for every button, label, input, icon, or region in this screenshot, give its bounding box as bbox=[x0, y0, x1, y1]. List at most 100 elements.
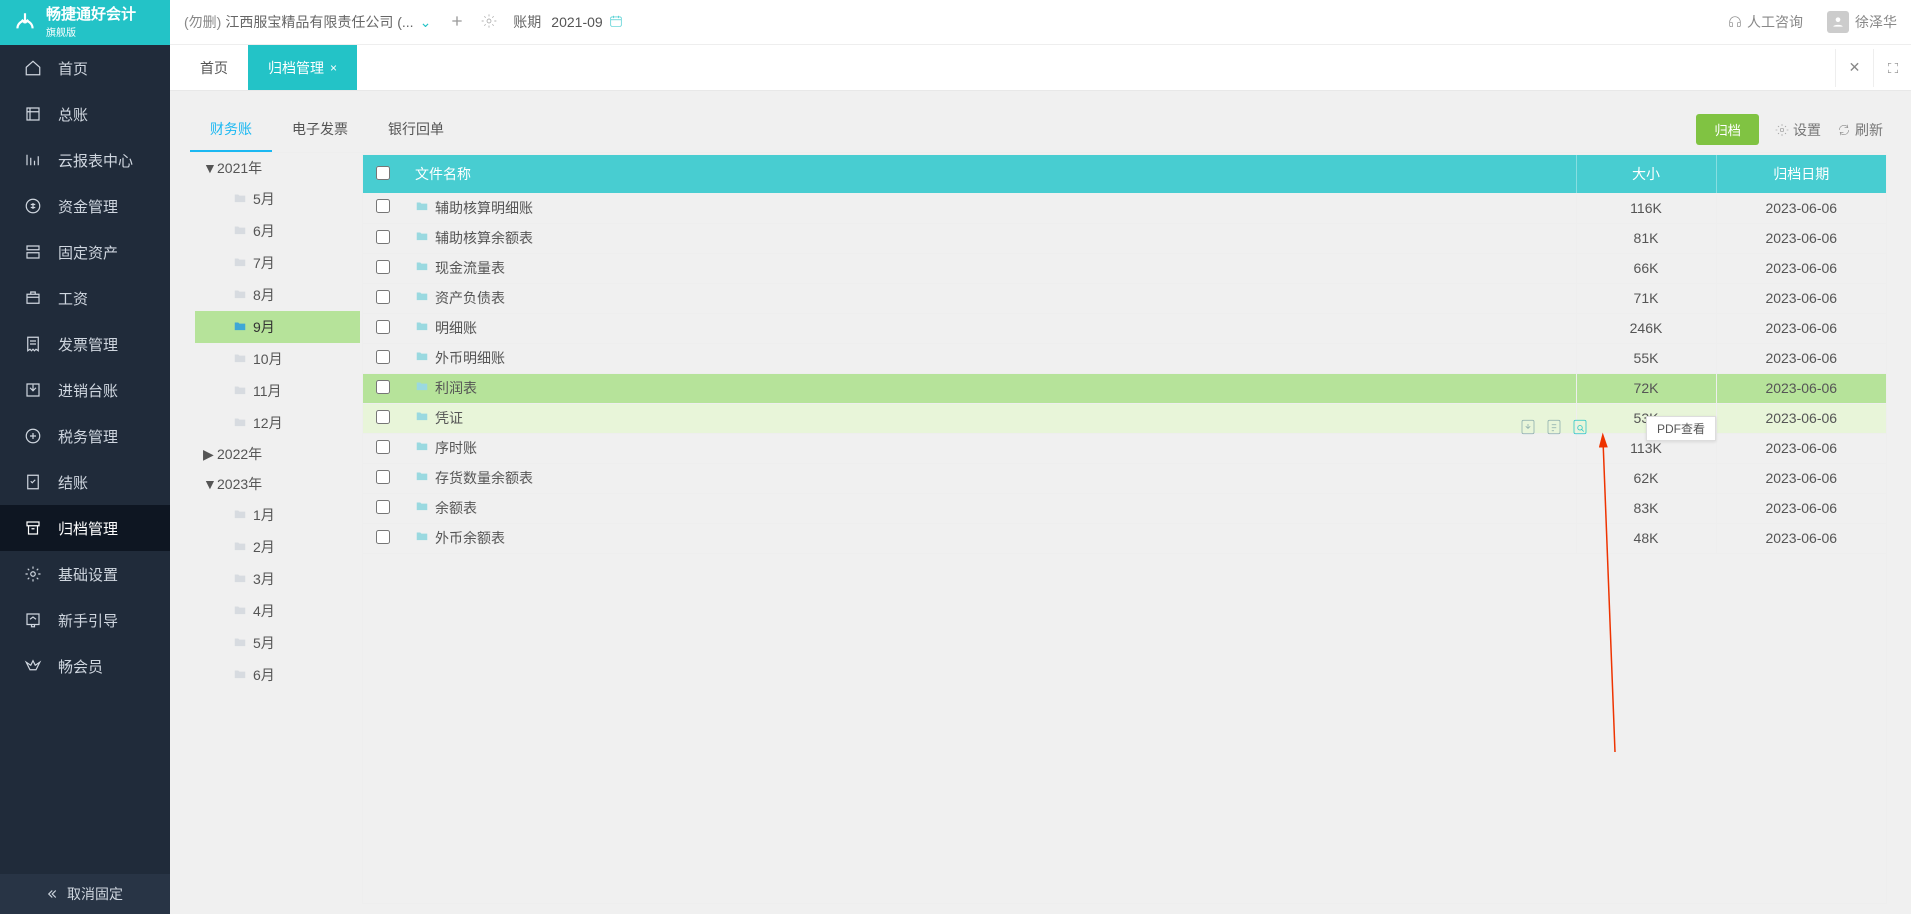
row-checkbox[interactable] bbox=[363, 523, 403, 553]
pdf-tooltip: PDF查看 bbox=[1646, 416, 1716, 441]
row-size: 62K bbox=[1576, 463, 1716, 493]
tree-month[interactable]: 5月 bbox=[195, 627, 360, 659]
company-chevron-icon[interactable]: ⌄ bbox=[420, 14, 432, 31]
calendar-icon[interactable] bbox=[609, 14, 623, 31]
tree-month[interactable]: 5月 bbox=[195, 183, 360, 215]
row-checkbox[interactable] bbox=[363, 463, 403, 493]
row-checkbox[interactable] bbox=[363, 253, 403, 283]
company-prefix: (勿删) bbox=[184, 12, 221, 32]
row-checkbox[interactable] bbox=[363, 433, 403, 463]
tree-month[interactable]: 1月 bbox=[195, 499, 360, 531]
export-icon[interactable] bbox=[1519, 418, 1537, 439]
tree-year[interactable]: ▼2023年 bbox=[195, 469, 360, 499]
tree-month[interactable]: 4月 bbox=[195, 595, 360, 627]
folder-icon bbox=[415, 260, 429, 276]
row-checkbox[interactable] bbox=[363, 343, 403, 373]
tree-month[interactable]: 3月 bbox=[195, 563, 360, 595]
archive-button[interactable]: 归档 bbox=[1696, 114, 1759, 145]
sidebar-item-home[interactable]: 首页 bbox=[0, 45, 170, 91]
table-row[interactable]: 余额表 83K 2023-06-06 bbox=[363, 493, 1886, 523]
sidebar-item-chart[interactable]: 云报表中心 bbox=[0, 137, 170, 183]
folder-icon bbox=[415, 410, 429, 426]
add-icon[interactable] bbox=[449, 13, 465, 32]
table-row[interactable]: 外币余额表 48K 2023-06-06 bbox=[363, 523, 1886, 553]
sidebar-item-tax[interactable]: 税务管理 bbox=[0, 413, 170, 459]
tree-month[interactable]: 6月 bbox=[195, 659, 360, 691]
sidebar-item-salary[interactable]: 工资 bbox=[0, 275, 170, 321]
settings-button[interactable]: 设置 bbox=[1775, 120, 1821, 140]
sidebar-item-label: 税务管理 bbox=[58, 426, 118, 447]
row-size: 71K bbox=[1576, 283, 1716, 313]
row-date: 2023-06-06 bbox=[1716, 253, 1886, 283]
company-name[interactable]: 江西服宝精品有限责任公司 (... bbox=[225, 12, 413, 32]
table-row[interactable]: 辅助核算明细账 116K 2023-06-06 bbox=[363, 193, 1886, 223]
header-size: 大小 bbox=[1576, 155, 1716, 193]
tree-month[interactable]: 6月 bbox=[195, 215, 360, 247]
tab-close-icon[interactable]: × bbox=[330, 61, 337, 75]
sidebar-item-vip[interactable]: 畅会员 bbox=[0, 643, 170, 689]
table-row[interactable]: 现金流量表 66K 2023-06-06 bbox=[363, 253, 1886, 283]
table-row[interactable]: 明细账 246K 2023-06-06 bbox=[363, 313, 1886, 343]
row-checkbox[interactable] bbox=[363, 223, 403, 253]
tree-month[interactable]: 11月 bbox=[195, 375, 360, 407]
avatar-icon bbox=[1827, 11, 1849, 33]
tree-year[interactable]: ▼2021年 bbox=[195, 153, 360, 183]
pdf-icon[interactable] bbox=[1545, 418, 1563, 439]
tree-month[interactable]: 7月 bbox=[195, 247, 360, 279]
folder-icon bbox=[415, 200, 429, 216]
unpin-button[interactable]: 取消固定 bbox=[0, 874, 170, 914]
sidebar: 畅捷通好会计 旗舰版 首页总账云报表中心资金管理固定资产工资发票管理进销台账税务… bbox=[0, 0, 170, 914]
sidebar-item-invoice[interactable]: 发票管理 bbox=[0, 321, 170, 367]
tree-month[interactable]: 12月 bbox=[195, 407, 360, 439]
row-date: 2023-06-06 bbox=[1716, 463, 1886, 493]
tree-month[interactable]: 8月 bbox=[195, 279, 360, 311]
close-all-icon[interactable]: ✕ bbox=[1835, 49, 1873, 87]
sidebar-item-money[interactable]: 资金管理 bbox=[0, 183, 170, 229]
row-checkbox[interactable] bbox=[363, 313, 403, 343]
sidebar-item-ledger[interactable]: 总账 bbox=[0, 91, 170, 137]
tree-month[interactable]: 10月 bbox=[195, 343, 360, 375]
table-row[interactable]: 辅助核算余额表 81K 2023-06-06 bbox=[363, 223, 1886, 253]
tree-month[interactable]: 2月 bbox=[195, 531, 360, 563]
vip-icon bbox=[22, 655, 44, 677]
close-icon bbox=[22, 471, 44, 493]
subtab-einvoice[interactable]: 电子发票 bbox=[272, 107, 368, 152]
row-size: 116K bbox=[1576, 193, 1716, 223]
row-name: 序时账 bbox=[403, 433, 1576, 463]
row-checkbox[interactable] bbox=[363, 493, 403, 523]
sidebar-item-guide[interactable]: 新手引导 bbox=[0, 597, 170, 643]
subtab-finance[interactable]: 财务账 bbox=[190, 107, 272, 152]
sidebar-item-label: 云报表中心 bbox=[58, 150, 133, 171]
sidebar-item-close[interactable]: 结账 bbox=[0, 459, 170, 505]
pdf-view-icon[interactable] bbox=[1571, 418, 1589, 439]
tab-home[interactable]: 首页 bbox=[180, 45, 248, 90]
row-date: 2023-06-06 bbox=[1716, 313, 1886, 343]
header-checkbox[interactable] bbox=[363, 155, 403, 193]
tree-month[interactable]: 9月 bbox=[195, 311, 360, 343]
user-menu[interactable]: 徐泽华 bbox=[1827, 11, 1897, 33]
fullscreen-icon[interactable] bbox=[1873, 49, 1911, 87]
tab-archive[interactable]: 归档管理 × bbox=[248, 45, 357, 90]
table-row[interactable]: 存货数量余额表 62K 2023-06-06 bbox=[363, 463, 1886, 493]
row-checkbox[interactable] bbox=[363, 403, 403, 433]
guide-icon bbox=[22, 609, 44, 631]
table-row[interactable]: 资产负债表 71K 2023-06-06 bbox=[363, 283, 1886, 313]
row-checkbox[interactable] bbox=[363, 373, 403, 403]
subtab-bank[interactable]: 银行回单 bbox=[368, 107, 464, 152]
gear-icon[interactable] bbox=[481, 13, 497, 32]
table-row[interactable]: 外币明细账 55K 2023-06-06 bbox=[363, 343, 1886, 373]
sidebar-item-archive[interactable]: 归档管理 bbox=[0, 505, 170, 551]
sidebar-item-inout[interactable]: 进销台账 bbox=[0, 367, 170, 413]
row-date: 2023-06-06 bbox=[1716, 403, 1886, 433]
tree-year[interactable]: ▶2022年 bbox=[195, 439, 360, 469]
sidebar-item-asset[interactable]: 固定资产 bbox=[0, 229, 170, 275]
refresh-button[interactable]: 刷新 bbox=[1837, 120, 1883, 140]
tab-archive-label: 归档管理 bbox=[268, 58, 324, 78]
period-value[interactable]: 2021-09 bbox=[551, 14, 602, 30]
sidebar-item-settings[interactable]: 基础设置 bbox=[0, 551, 170, 597]
row-checkbox[interactable] bbox=[363, 283, 403, 313]
row-name: 辅助核算余额表 bbox=[403, 223, 1576, 253]
table-row[interactable]: 利润表 72K 2023-06-06 bbox=[363, 373, 1886, 403]
support-button[interactable]: 人工咨询 bbox=[1727, 12, 1803, 32]
row-checkbox[interactable] bbox=[363, 193, 403, 223]
